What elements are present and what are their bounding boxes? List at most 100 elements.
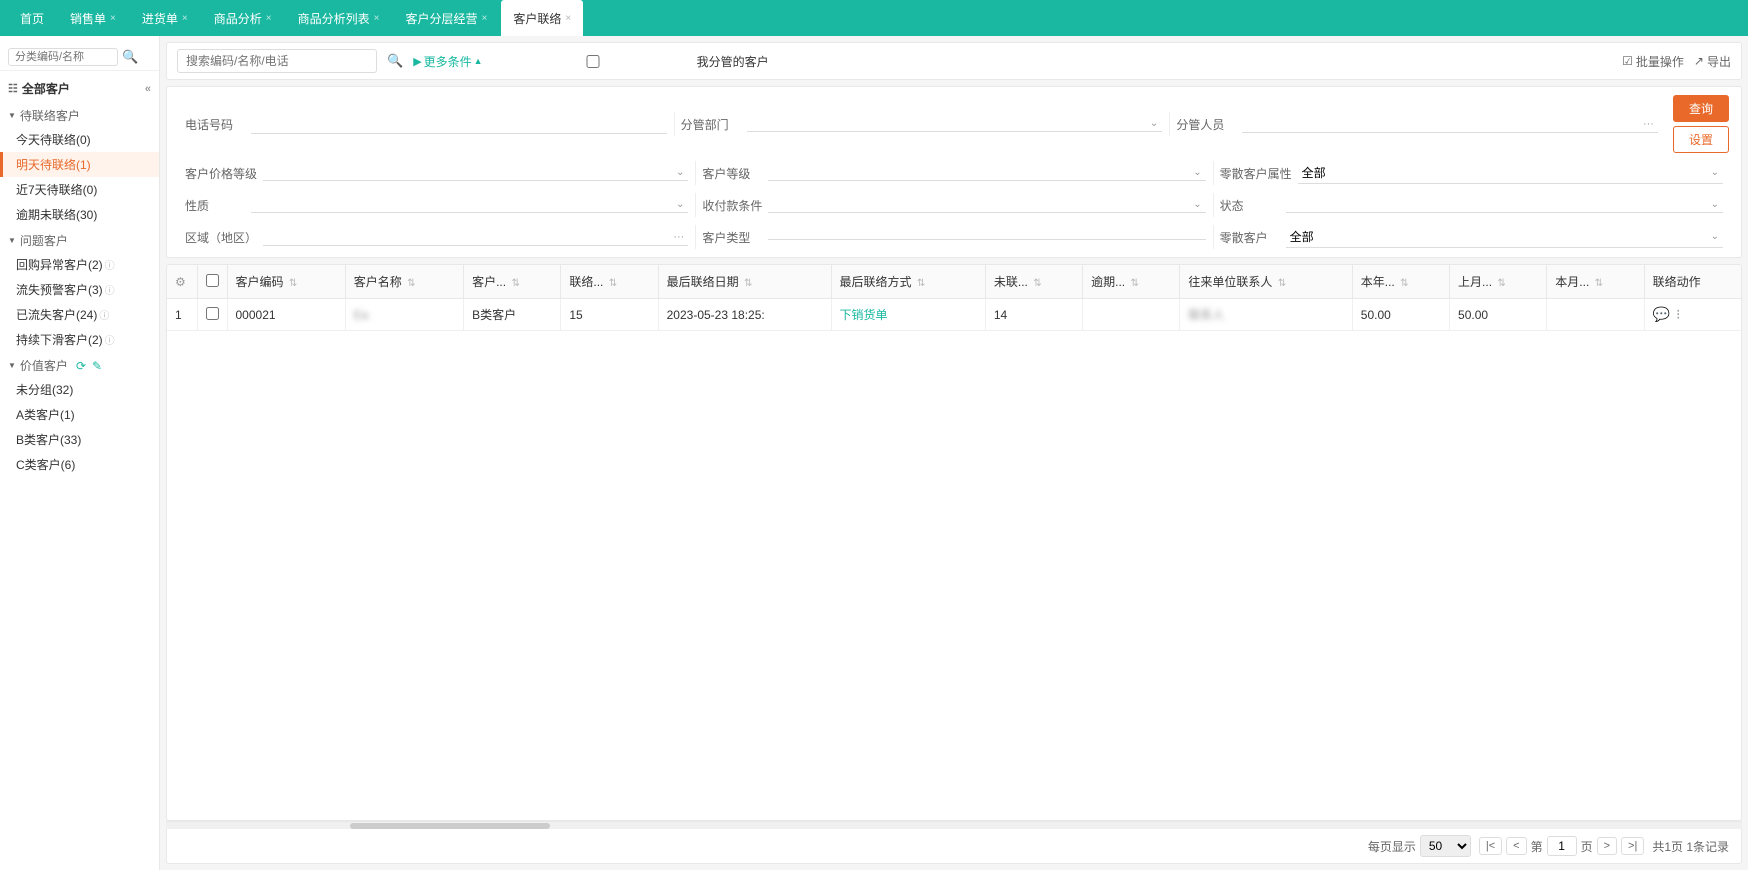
- prev-page-btn[interactable]: <: [1506, 837, 1526, 855]
- filter-retail-attr-select[interactable]: 全部 ⌄: [1298, 162, 1723, 184]
- search-input[interactable]: [177, 49, 377, 73]
- nav-purchase-order[interactable]: 进货单 ×: [130, 0, 200, 36]
- filter-status-select[interactable]: ⌄: [1286, 197, 1723, 213]
- value-refresh-icon[interactable]: ⟳: [76, 359, 86, 373]
- nav-product-analysis[interactable]: 商品分析 ×: [202, 0, 284, 36]
- nav-customer-tier-close[interactable]: ×: [481, 13, 487, 24]
- first-page-btn[interactable]: |<: [1479, 837, 1502, 855]
- nav-customer-tier[interactable]: 客户分层经营 ×: [393, 0, 499, 36]
- filter-row-1: 电话号码 分管部门 ⌄ 分管人员 ···: [179, 95, 1729, 153]
- page-size-select[interactable]: 50 100 200: [1420, 835, 1471, 857]
- sidebar-item-churned[interactable]: 已流失客户(24) ⓘ: [0, 302, 159, 327]
- action-grid-icon[interactable]: ⁝: [1676, 306, 1680, 323]
- sort-last-method-icon[interactable]: ⇅: [917, 278, 925, 289]
- filter-payment-select[interactable]: ⌄: [768, 197, 1205, 213]
- bulk-op-btn[interactable]: ☑ 批量操作: [1622, 53, 1684, 70]
- sidebar-collapse-icon[interactable]: «: [145, 83, 151, 95]
- filter-gender-select[interactable]: ⌄: [251, 197, 688, 213]
- sidebar-item-tomorrow-pending[interactable]: 明天待联络(1): [0, 152, 159, 177]
- sort-contacts-icon[interactable]: ⇅: [609, 278, 617, 289]
- search-submit-icon[interactable]: 🔍: [387, 53, 403, 69]
- sort-this-month-icon[interactable]: ⇅: [1595, 278, 1603, 289]
- sidebar-search-input[interactable]: [8, 48, 118, 66]
- sidebar-item-declining[interactable]: 持续下滑客户(2) ⓘ: [0, 327, 159, 352]
- info-icon-1[interactable]: ⓘ: [105, 282, 115, 297]
- filter-person-select[interactable]: ···: [1242, 116, 1658, 133]
- sidebar-item-class-c[interactable]: C类客户(6): [0, 452, 159, 477]
- query-button[interactable]: 查询: [1673, 95, 1729, 122]
- col-last-date: 最后联络日期 ⇅: [658, 265, 831, 299]
- sidebar-item-class-b[interactable]: B类客户(33): [0, 427, 159, 452]
- sidebar-item-class-a[interactable]: A类客户(1): [0, 402, 159, 427]
- nav-product-analysis-close[interactable]: ×: [266, 13, 272, 24]
- info-icon-0[interactable]: ⓘ: [105, 257, 115, 272]
- sidebar-search-icon[interactable]: 🔍: [122, 49, 138, 65]
- settings-button[interactable]: 设置: [1673, 126, 1729, 153]
- region-dots-icon[interactable]: ···: [673, 231, 684, 243]
- cell-pending: 14: [985, 299, 1082, 331]
- content-area: 🔍 ▶ 更多条件 ▲ 我分管的客户 ☑ 批量操作 ↗ 导出: [160, 36, 1748, 870]
- sort-last-month-icon[interactable]: ⇅: [1497, 278, 1505, 289]
- sidebar-item-overdue-pending[interactable]: 逾期未联络(30): [0, 202, 159, 227]
- sidebar-pending-group: ▼ 待联络客户: [0, 102, 159, 127]
- right-actions: ☑ 批量操作 ↗ 导出: [1622, 53, 1731, 70]
- sort-last-date-icon[interactable]: ⇅: [744, 278, 752, 289]
- col-this-month-label: 本月...: [1555, 275, 1589, 289]
- export-btn[interactable]: ↗ 导出: [1694, 53, 1731, 70]
- table-settings-icon[interactable]: ⚙: [175, 275, 186, 289]
- sidebar-item-churn-warning[interactable]: 流失预警客户(3) ⓘ: [0, 277, 159, 302]
- nav-product-list-close[interactable]: ×: [374, 13, 380, 24]
- sort-company-contact-icon[interactable]: ⇅: [1278, 278, 1286, 289]
- nav-customer-contact[interactable]: 客户联络 ×: [501, 0, 583, 36]
- sidebar-all-customers[interactable]: ☷ 全部客户 «: [0, 75, 159, 102]
- sort-overdue-icon[interactable]: ⇅: [1130, 278, 1138, 289]
- row-checkbox[interactable]: [206, 307, 219, 320]
- col-pending: 未联... ⇅: [985, 265, 1082, 299]
- sidebar-item-7day-pending[interactable]: 近7天待联络(0): [0, 177, 159, 202]
- nav-product-analysis-list[interactable]: 商品分析列表 ×: [286, 0, 392, 36]
- person-dots-icon[interactable]: ···: [1643, 118, 1654, 130]
- sort-type-icon[interactable]: ⇅: [511, 278, 519, 289]
- table-header-row: ⚙ 客户编码 ⇅ 客户名称 ⇅: [167, 265, 1741, 299]
- action-icons-row: 💬 ⁝: [1653, 306, 1733, 323]
- more-conditions-btn[interactable]: ▶ 更多条件 ▲: [413, 53, 482, 70]
- select-all-checkbox[interactable]: [206, 274, 219, 287]
- sidebar-item-repurchase-abnormal[interactable]: 回购异常客户(2) ⓘ: [0, 252, 159, 277]
- sidebar-item-today-pending[interactable]: 今天待联络(0): [0, 127, 159, 152]
- gender-arrow-icon: ⌄: [676, 199, 684, 210]
- filter-price-select[interactable]: ⌄: [263, 165, 688, 181]
- page-number-input[interactable]: [1547, 836, 1577, 856]
- last-method-link[interactable]: 下销货单: [840, 308, 888, 322]
- filter-retail-customer-select[interactable]: 全部 ⌄: [1286, 226, 1723, 248]
- scrollbar-thumb[interactable]: [350, 823, 550, 829]
- nav-purchase-close[interactable]: ×: [182, 13, 188, 24]
- my-customers-checkbox-label[interactable]: 我分管的客户: [493, 53, 769, 70]
- level-arrow-icon: ⌄: [1193, 167, 1201, 178]
- cell-code: 000021: [227, 299, 345, 331]
- filter-region-select[interactable]: ···: [263, 229, 688, 246]
- info-icon-3[interactable]: ⓘ: [105, 332, 115, 347]
- sort-name-icon[interactable]: ⇅: [407, 278, 415, 289]
- value-edit-icon[interactable]: ✎: [92, 359, 102, 373]
- filter-dept-select[interactable]: ⌄: [747, 116, 1163, 132]
- my-customers-checkbox[interactable]: [493, 55, 693, 68]
- last-page-btn[interactable]: >|: [1621, 837, 1644, 855]
- sidebar-search-row: 🔍: [0, 44, 159, 71]
- next-page-btn[interactable]: >: [1597, 837, 1617, 855]
- filter-level-select[interactable]: ⌄: [768, 165, 1205, 181]
- action-chat-icon[interactable]: 💬: [1653, 306, 1670, 323]
- filter-type-select[interactable]: [768, 235, 1205, 240]
- horizontal-scrollbar[interactable]: [166, 821, 1742, 829]
- sort-code-icon[interactable]: ⇅: [289, 278, 297, 289]
- sidebar-item-ungrouped[interactable]: 未分组(32): [0, 377, 159, 402]
- sort-pending-icon[interactable]: ⇅: [1033, 278, 1041, 289]
- nav-sales-order-close[interactable]: ×: [110, 13, 116, 24]
- info-icon-2[interactable]: ⓘ: [99, 307, 109, 322]
- filter-gender: 性质 ⌄: [179, 197, 695, 214]
- nav-home[interactable]: 首页: [8, 0, 56, 36]
- filter-icon: ▶: [413, 55, 421, 68]
- sort-year-icon[interactable]: ⇅: [1400, 278, 1408, 289]
- nav-sales-order[interactable]: 销售单 ×: [58, 0, 128, 36]
- filter-phone-input[interactable]: [251, 115, 667, 134]
- nav-customer-contact-close[interactable]: ×: [565, 13, 571, 24]
